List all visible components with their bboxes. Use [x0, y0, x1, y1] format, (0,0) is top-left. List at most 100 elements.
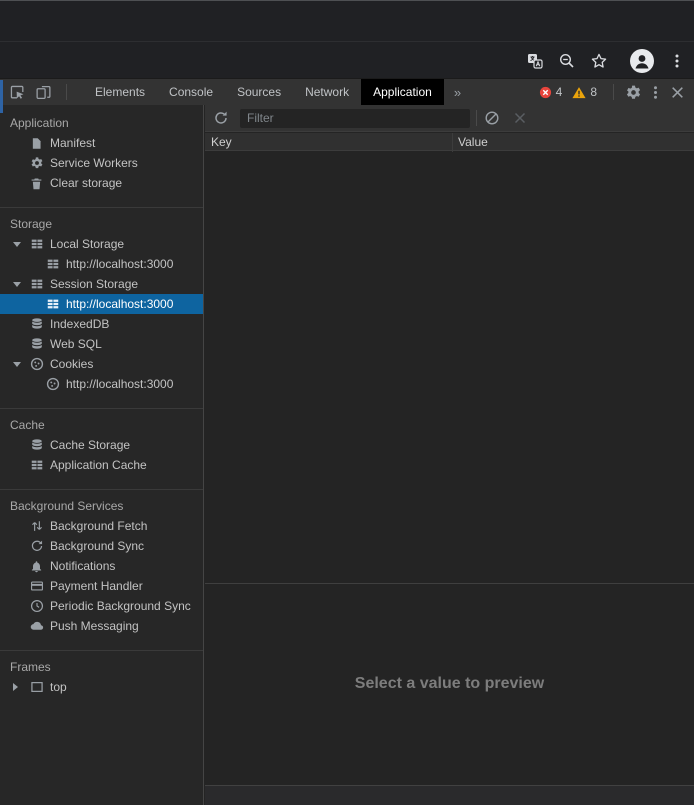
devtools-toolbar: Elements Console Sources Network Applica…: [0, 78, 694, 105]
zoom-out-icon[interactable]: [558, 52, 576, 70]
sidebar-item-label: Web SQL: [50, 337, 102, 351]
database-icon: [29, 438, 44, 453]
table-icon: [45, 297, 60, 312]
toolbar-separator: [613, 84, 614, 100]
expander-icon[interactable]: [13, 242, 29, 247]
section-title-background-services: Background Services: [0, 496, 203, 516]
expander-icon[interactable]: [13, 282, 29, 287]
tab-network[interactable]: Network: [293, 79, 361, 105]
sidebar-item-cookies-localhost[interactable]: http://localhost:3000: [0, 374, 203, 394]
application-sidebar: Application Manifest Service Workers Cle…: [0, 105, 204, 805]
sidebar-item-manifest[interactable]: Manifest: [0, 133, 203, 153]
sidebar-item-label: http://localhost:3000: [66, 257, 173, 271]
sidebar-item-clear-storage[interactable]: Clear storage: [0, 173, 203, 193]
sidebar-item-label: Payment Handler: [50, 579, 143, 593]
device-toolbar-icon[interactable]: [34, 83, 52, 101]
settings-gear-icon[interactable]: [624, 83, 642, 101]
sidebar-item-cache-storage[interactable]: Cache Storage: [0, 435, 203, 455]
section-title-storage: Storage: [0, 214, 203, 234]
sidebar-item-local-storage-localhost[interactable]: http://localhost:3000: [0, 254, 203, 274]
sidebar-item-notifications[interactable]: Notifications: [0, 556, 203, 576]
storage-table-header: Key Value: [205, 133, 694, 151]
sidebar-item-label: Background Fetch: [50, 519, 147, 533]
console-warnings-badge[interactable]: 8: [572, 85, 597, 99]
clear-all-icon[interactable]: [483, 109, 501, 127]
sync-icon: [29, 539, 44, 554]
browser-menu-icon[interactable]: [668, 52, 686, 70]
inspect-element-icon[interactable]: [8, 83, 26, 101]
database-icon: [29, 317, 44, 332]
sidebar-item-web-sql[interactable]: Web SQL: [0, 334, 203, 354]
sidebar-item-background-sync[interactable]: Background Sync: [0, 536, 203, 556]
sidebar-item-service-workers[interactable]: Service Workers: [0, 153, 203, 173]
sidebar-section-application: Application Manifest Service Workers Cle…: [0, 113, 203, 200]
translate-icon[interactable]: [526, 52, 544, 70]
tab-sources[interactable]: Sources: [225, 79, 293, 105]
sidebar-item-application-cache[interactable]: Application Cache: [0, 455, 203, 475]
storage-toolbar: [205, 105, 694, 132]
sidebar-item-indexeddb[interactable]: IndexedDB: [0, 314, 203, 334]
sidebar-section-background-services: Background Services Background Fetch Bac…: [0, 489, 203, 643]
tab-strip: [0, 1, 694, 42]
bookmark-star-icon[interactable]: [590, 52, 608, 70]
error-count: 4: [556, 85, 563, 99]
tab-console[interactable]: Console: [157, 79, 225, 105]
sidebar-item-label: Application Cache: [50, 458, 147, 472]
page-edge-highlight: [0, 80, 3, 113]
sidebar-item-session-storage[interactable]: Session Storage: [0, 274, 203, 294]
frame-icon: [29, 680, 44, 695]
expander-icon[interactable]: [13, 683, 29, 691]
sidebar-section-storage: Storage Local Storage http://localhost:3…: [0, 207, 203, 401]
cloud-icon: [29, 619, 44, 634]
table-icon: [29, 277, 44, 292]
sidebar-item-payment-handler[interactable]: Payment Handler: [0, 576, 203, 596]
delete-selected-icon[interactable]: [511, 109, 529, 127]
cookie-icon: [29, 357, 44, 372]
console-errors-badge[interactable]: 4: [539, 85, 563, 99]
devtools-tabs: Elements Console Sources Network Applica…: [83, 79, 471, 105]
sidebar-item-label: Session Storage: [50, 277, 138, 291]
refresh-icon[interactable]: [212, 109, 230, 127]
sidebar-item-label: Manifest: [50, 136, 95, 150]
storage-items-table[interactable]: [205, 152, 694, 583]
sidebar-item-push-messaging[interactable]: Push Messaging: [0, 616, 203, 636]
devtools-content: Application Manifest Service Workers Cle…: [0, 105, 694, 805]
sidebar-item-background-fetch[interactable]: Background Fetch: [0, 516, 203, 536]
sidebar-item-session-storage-localhost[interactable]: http://localhost:3000: [0, 294, 203, 314]
column-header-value[interactable]: Value: [452, 133, 694, 150]
gear-icon: [29, 156, 44, 171]
sidebar-item-label: top: [50, 680, 67, 694]
devtools-menu-icon[interactable]: [646, 83, 664, 101]
sidebar-section-frames: Frames top: [0, 650, 203, 704]
sidebar-item-cookies[interactable]: Cookies: [0, 354, 203, 374]
bell-icon: [29, 559, 44, 574]
sidebar-item-periodic-background-sync[interactable]: Periodic Background Sync: [0, 596, 203, 616]
section-title-application: Application: [0, 113, 203, 133]
filter-input[interactable]: [240, 109, 470, 128]
preview-placeholder-text: Select a value to preview: [355, 675, 544, 693]
table-icon: [45, 257, 60, 272]
sidebar-item-local-storage[interactable]: Local Storage: [0, 234, 203, 254]
storage-panel: Key Value Select a value to preview: [205, 105, 694, 805]
sidebar-item-label: Periodic Background Sync: [50, 599, 191, 613]
more-tabs-icon[interactable]: »: [444, 79, 471, 105]
sidebar-item-label: Service Workers: [50, 156, 138, 170]
cookie-icon: [45, 377, 60, 392]
toolbar-separator: [66, 84, 67, 100]
sidebar-item-label: Cookies: [50, 357, 93, 371]
tab-elements[interactable]: Elements: [83, 79, 157, 105]
sidebar-item-label: Local Storage: [50, 237, 124, 251]
sidebar-section-cache: Cache Cache Storage Application Cache: [0, 408, 203, 482]
database-icon: [29, 337, 44, 352]
close-devtools-icon[interactable]: [668, 83, 686, 101]
devtools-toolbar-right: 4 8: [539, 79, 694, 105]
sidebar-item-frame-top[interactable]: top: [0, 677, 203, 697]
profile-avatar[interactable]: [630, 49, 654, 73]
expander-icon[interactable]: [13, 362, 29, 367]
status-strip: [205, 785, 694, 805]
browser-toolbar: [0, 43, 694, 78]
tab-application[interactable]: Application: [361, 79, 444, 105]
devtools-toolbar-left: [0, 79, 73, 105]
column-header-key[interactable]: Key: [205, 133, 452, 150]
section-title-frames: Frames: [0, 657, 203, 677]
